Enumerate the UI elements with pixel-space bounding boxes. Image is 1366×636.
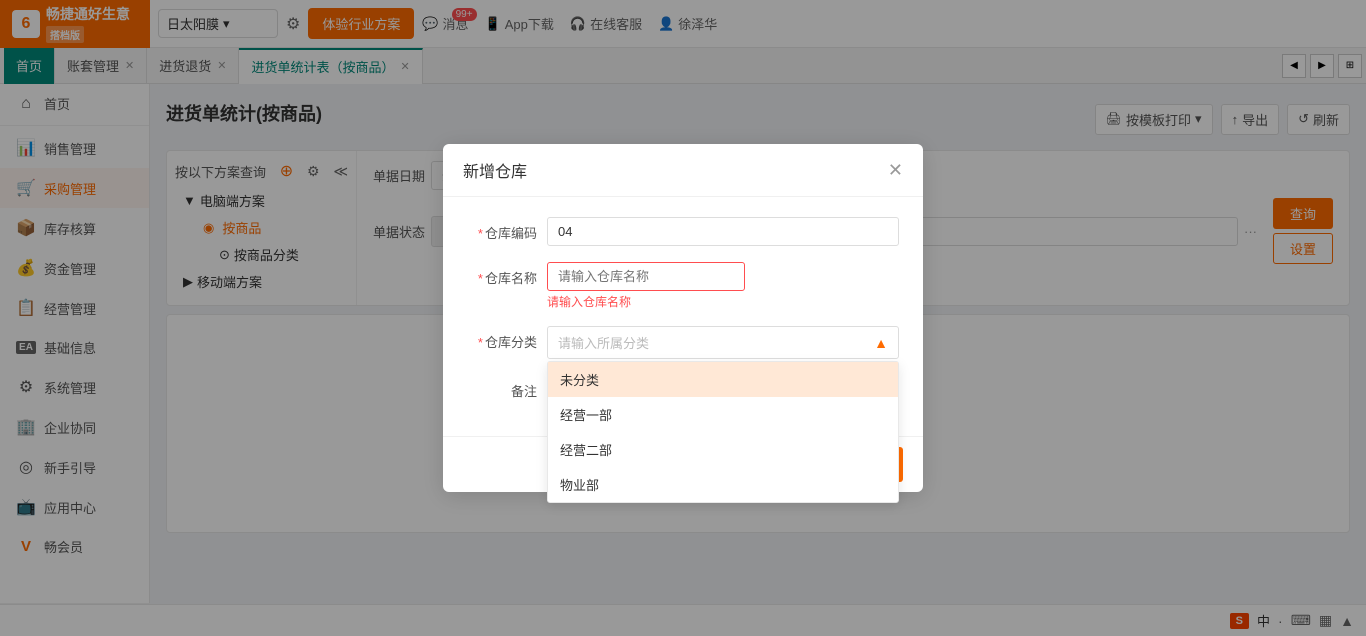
chevron-up-icon: ▲ (874, 335, 888, 351)
category-dropdown-trigger[interactable]: 请输入所属分类 ▲ (547, 326, 899, 359)
dropdown-item-0[interactable]: 未分类 (548, 362, 898, 397)
modal-overlay: 新增仓库 ✕ 仓库编码 仓库名称 请输入仓库名称 仓库分类 (0, 0, 1366, 636)
category-dropdown-menu: 未分类 经营一部 经营二部 物业部 (547, 361, 899, 503)
modal-close-button[interactable]: ✕ (888, 160, 903, 181)
dropdown-item-3[interactable]: 物业部 (548, 467, 898, 502)
modal-body: 仓库编码 仓库名称 请输入仓库名称 仓库分类 请输入所属分类 ▲ (443, 197, 923, 436)
category-input-wrap: 请输入所属分类 ▲ 未分类 经营一部 经营二部 物业部 (547, 326, 899, 359)
dropdown-item-1[interactable]: 经营一部 (548, 397, 898, 432)
modal-title: 新增仓库 (463, 158, 527, 182)
category-placeholder: 请输入所属分类 (558, 333, 649, 352)
note-label: 备注 (467, 375, 547, 400)
modal-header: 新增仓库 ✕ (443, 144, 923, 197)
code-input[interactable] (547, 217, 899, 246)
name-label: 仓库名称 (467, 262, 547, 287)
category-label: 仓库分类 (467, 326, 547, 351)
form-row-code: 仓库编码 (467, 217, 899, 246)
form-row-name: 仓库名称 请输入仓库名称 (467, 262, 899, 310)
name-input[interactable] (547, 262, 745, 291)
code-label: 仓库编码 (467, 217, 547, 242)
form-row-category: 仓库分类 请输入所属分类 ▲ 未分类 经营一部 经营二部 物业部 (467, 326, 899, 359)
name-input-wrap: 请输入仓库名称 (547, 262, 899, 310)
dropdown-item-2[interactable]: 经营二部 (548, 432, 898, 467)
new-warehouse-modal: 新增仓库 ✕ 仓库编码 仓库名称 请输入仓库名称 仓库分类 (443, 144, 923, 492)
name-error-msg: 请输入仓库名称 (547, 293, 899, 310)
